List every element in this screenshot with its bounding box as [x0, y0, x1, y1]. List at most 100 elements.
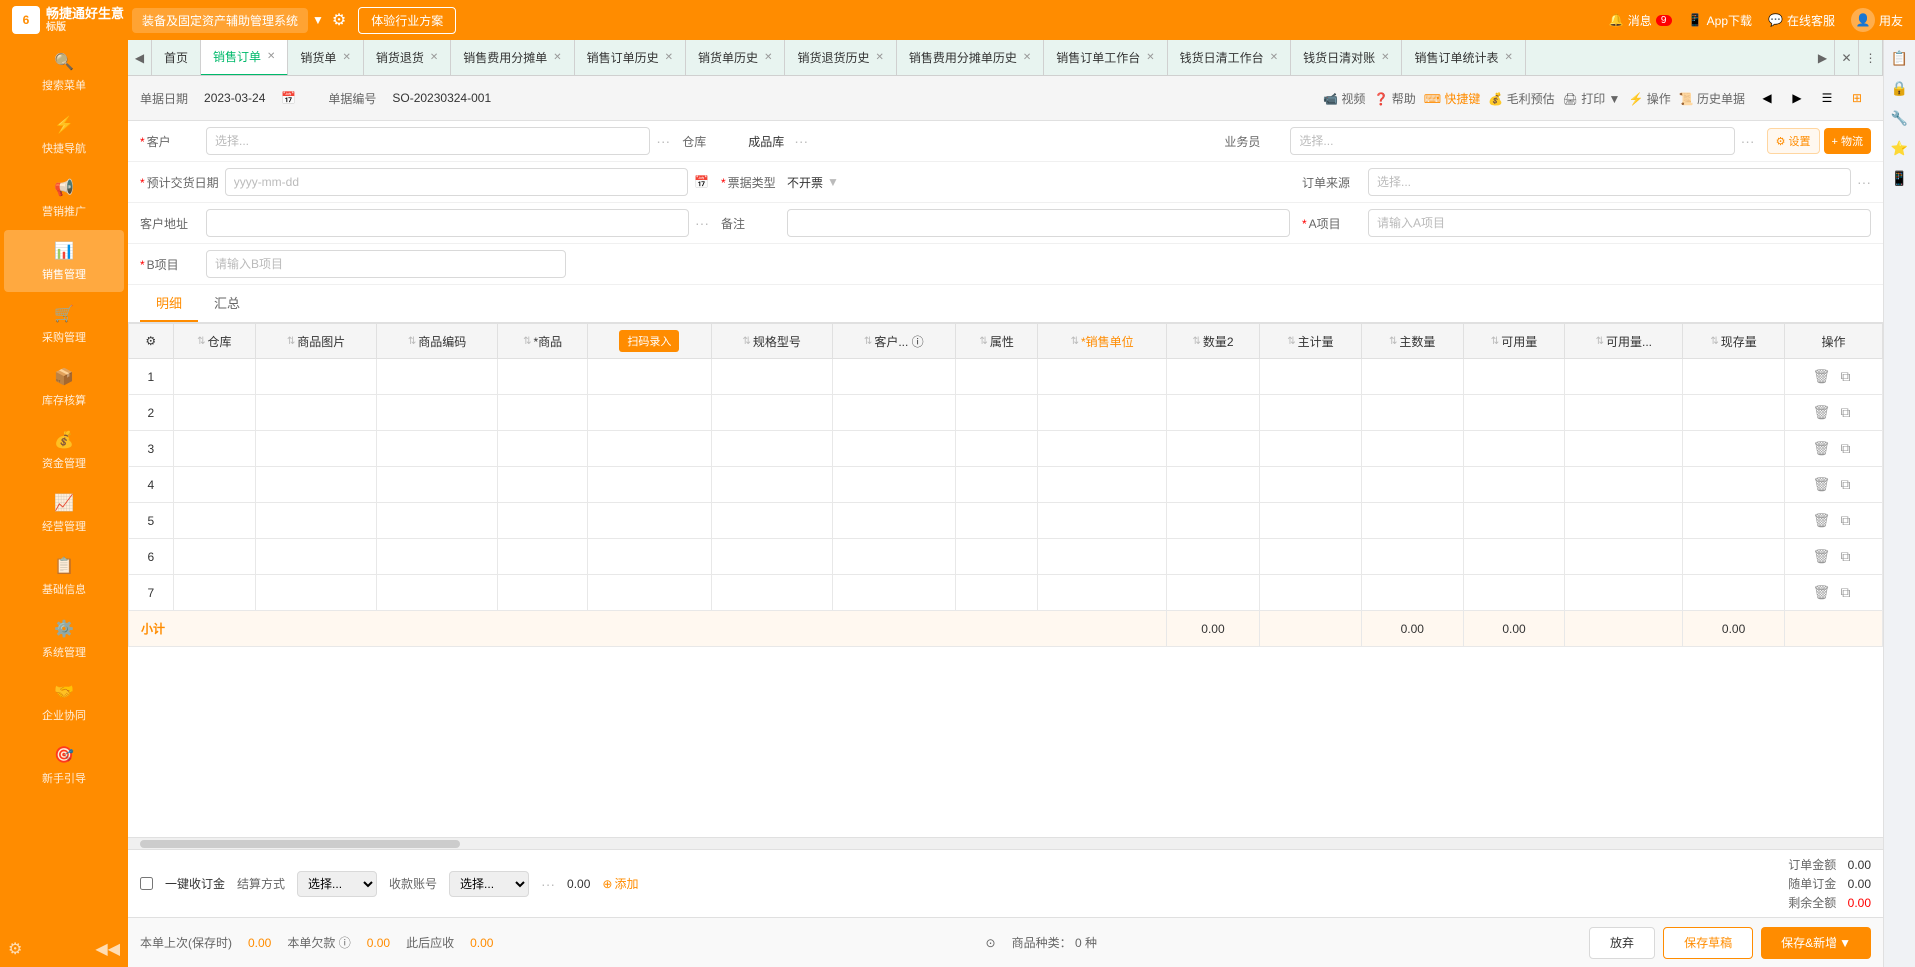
- sidebar-item-8[interactable]: 📋基础信息: [4, 545, 124, 607]
- tab-close-11[interactable]: ✕: [1381, 52, 1389, 63]
- th-settings[interactable]: ⚙: [129, 324, 174, 359]
- sidebar-item-10[interactable]: 🤝企业协同: [4, 671, 124, 733]
- tab-7[interactable]: 销货退货历史✕: [785, 40, 896, 76]
- cell-customer-code[interactable]: [832, 467, 955, 503]
- cell-main-qty[interactable]: [1361, 503, 1463, 539]
- tab-prev-button[interactable]: ◀: [128, 40, 152, 76]
- cell-available[interactable]: [1463, 503, 1565, 539]
- save-new-button[interactable]: 保存&新增 ▼: [1761, 927, 1871, 959]
- cell-available[interactable]: [1463, 431, 1565, 467]
- cell-qty2[interactable]: [1166, 503, 1259, 539]
- cell-code[interactable]: [377, 431, 498, 467]
- cell-main-unit[interactable]: [1260, 503, 1362, 539]
- cell-qty2[interactable]: [1166, 467, 1259, 503]
- address-dots[interactable]: ···: [695, 215, 709, 231]
- row-copy-icon[interactable]: ⧉: [1835, 367, 1855, 387]
- one-click-checkbox[interactable]: [140, 877, 153, 890]
- tab-5[interactable]: 销售订单历史✕: [575, 40, 686, 76]
- operation-action[interactable]: ⚡ 操作: [1628, 90, 1670, 107]
- cell-current[interactable]: [1683, 359, 1785, 395]
- tab-12[interactable]: 销售订单统计表✕: [1402, 40, 1525, 76]
- online-service-button[interactable]: 💬 在线客服: [1768, 12, 1835, 29]
- cell-customer-code[interactable]: [832, 575, 955, 611]
- cell-scan[interactable]: [588, 467, 712, 503]
- right-panel-icon-1[interactable]: 📋: [1886, 44, 1914, 72]
- cell-unit[interactable]: [1038, 359, 1167, 395]
- row-delete-icon[interactable]: 🗑: [1811, 439, 1831, 459]
- add-logistics-button[interactable]: + 物流: [1824, 128, 1871, 154]
- account-select[interactable]: 选择...: [449, 871, 529, 897]
- tab-close-4[interactable]: ✕: [553, 52, 561, 63]
- sidebar-item-2[interactable]: 📢营销推广: [4, 167, 124, 229]
- row-delete-icon[interactable]: 🗑: [1811, 403, 1831, 423]
- sidebar-item-5[interactable]: 📦库存核算: [4, 356, 124, 418]
- notice-button[interactable]: 🔔 消息 9: [1609, 12, 1672, 29]
- list-view-button[interactable]: ☰: [1813, 84, 1841, 112]
- tab-0[interactable]: 首页: [152, 40, 201, 76]
- cell-current[interactable]: [1683, 431, 1785, 467]
- right-panel-icon-5[interactable]: 📱: [1886, 164, 1914, 192]
- cell-current[interactable]: [1683, 503, 1785, 539]
- tab-close-1[interactable]: ✕: [267, 51, 275, 62]
- cell-main-unit[interactable]: [1260, 575, 1362, 611]
- cell-unit[interactable]: [1038, 395, 1167, 431]
- dropdown-arrow[interactable]: ▼: [1839, 936, 1851, 950]
- row-delete-icon[interactable]: 🗑: [1811, 583, 1831, 603]
- cell-qty2[interactable]: [1166, 575, 1259, 611]
- cell-product[interactable]: [498, 395, 588, 431]
- cell-spec[interactable]: [711, 395, 832, 431]
- cell-image[interactable]: [256, 359, 377, 395]
- dropdown-icon[interactable]: ▼: [312, 13, 324, 27]
- cell-spec[interactable]: [711, 359, 832, 395]
- cell-warehouse[interactable]: [173, 575, 256, 611]
- cell-code[interactable]: [377, 359, 498, 395]
- row-copy-icon[interactable]: ⧉: [1835, 583, 1855, 603]
- cell-product[interactable]: [498, 431, 588, 467]
- cell-attr[interactable]: [955, 359, 1038, 395]
- customer-input[interactable]: [206, 127, 650, 155]
- cell-warehouse[interactable]: [173, 539, 256, 575]
- right-panel-icon-2[interactable]: 🔒: [1886, 74, 1914, 102]
- profit-action[interactable]: 💰 毛利预估: [1488, 90, 1554, 107]
- save-draft-button[interactable]: 保存草稿: [1663, 927, 1753, 959]
- cell-warehouse[interactable]: [173, 431, 256, 467]
- cell-code[interactable]: [377, 395, 498, 431]
- row-delete-icon[interactable]: 🗑: [1811, 547, 1831, 567]
- cell-current[interactable]: [1683, 395, 1785, 431]
- cell-current[interactable]: [1683, 539, 1785, 575]
- cell-available2[interactable]: [1565, 359, 1683, 395]
- tab-close-2[interactable]: ✕: [342, 52, 350, 63]
- cell-current[interactable]: [1683, 575, 1785, 611]
- cell-attr[interactable]: [955, 539, 1038, 575]
- cell-available[interactable]: [1463, 575, 1565, 611]
- user-avatar[interactable]: 👤 用友: [1851, 8, 1903, 32]
- cell-spec[interactable]: [711, 503, 832, 539]
- cell-warehouse[interactable]: [173, 503, 256, 539]
- cell-attr[interactable]: [955, 395, 1038, 431]
- cell-code[interactable]: [377, 575, 498, 611]
- settings-button[interactable]: ⚙ 设置: [1767, 128, 1820, 154]
- row-copy-icon[interactable]: ⧉: [1835, 403, 1855, 423]
- sidebar-item-7[interactable]: 📈经营管理: [4, 482, 124, 544]
- cell-main-unit[interactable]: [1260, 431, 1362, 467]
- cell-unit[interactable]: [1038, 575, 1167, 611]
- cell-qty2[interactable]: [1166, 431, 1259, 467]
- cell-attr[interactable]: [955, 503, 1038, 539]
- sidebar-item-11[interactable]: 🎯新手引导: [4, 734, 124, 796]
- tab-10[interactable]: 钱货日清工作台✕: [1168, 40, 1291, 76]
- cell-image[interactable]: [256, 575, 377, 611]
- sidebar-collapse-icon[interactable]: ◀◀: [95, 939, 120, 959]
- th-scan[interactable]: 扫码录入: [588, 324, 712, 359]
- video-action[interactable]: 📹 视频: [1323, 90, 1365, 107]
- cell-product[interactable]: [498, 359, 588, 395]
- tab-1[interactable]: 销售订单✕: [201, 40, 288, 76]
- right-panel-icon-4[interactable]: ⭐: [1886, 134, 1914, 162]
- cell-qty2[interactable]: [1166, 359, 1259, 395]
- order-source-dots[interactable]: ···: [1857, 174, 1871, 190]
- cell-customer-code[interactable]: [832, 503, 955, 539]
- cell-spec[interactable]: [711, 575, 832, 611]
- cell-scan[interactable]: [588, 575, 712, 611]
- commodity-count-icon[interactable]: ⊙: [986, 936, 996, 950]
- sidebar-item-3[interactable]: 📊销售管理: [4, 230, 124, 292]
- cell-main-unit[interactable]: [1260, 395, 1362, 431]
